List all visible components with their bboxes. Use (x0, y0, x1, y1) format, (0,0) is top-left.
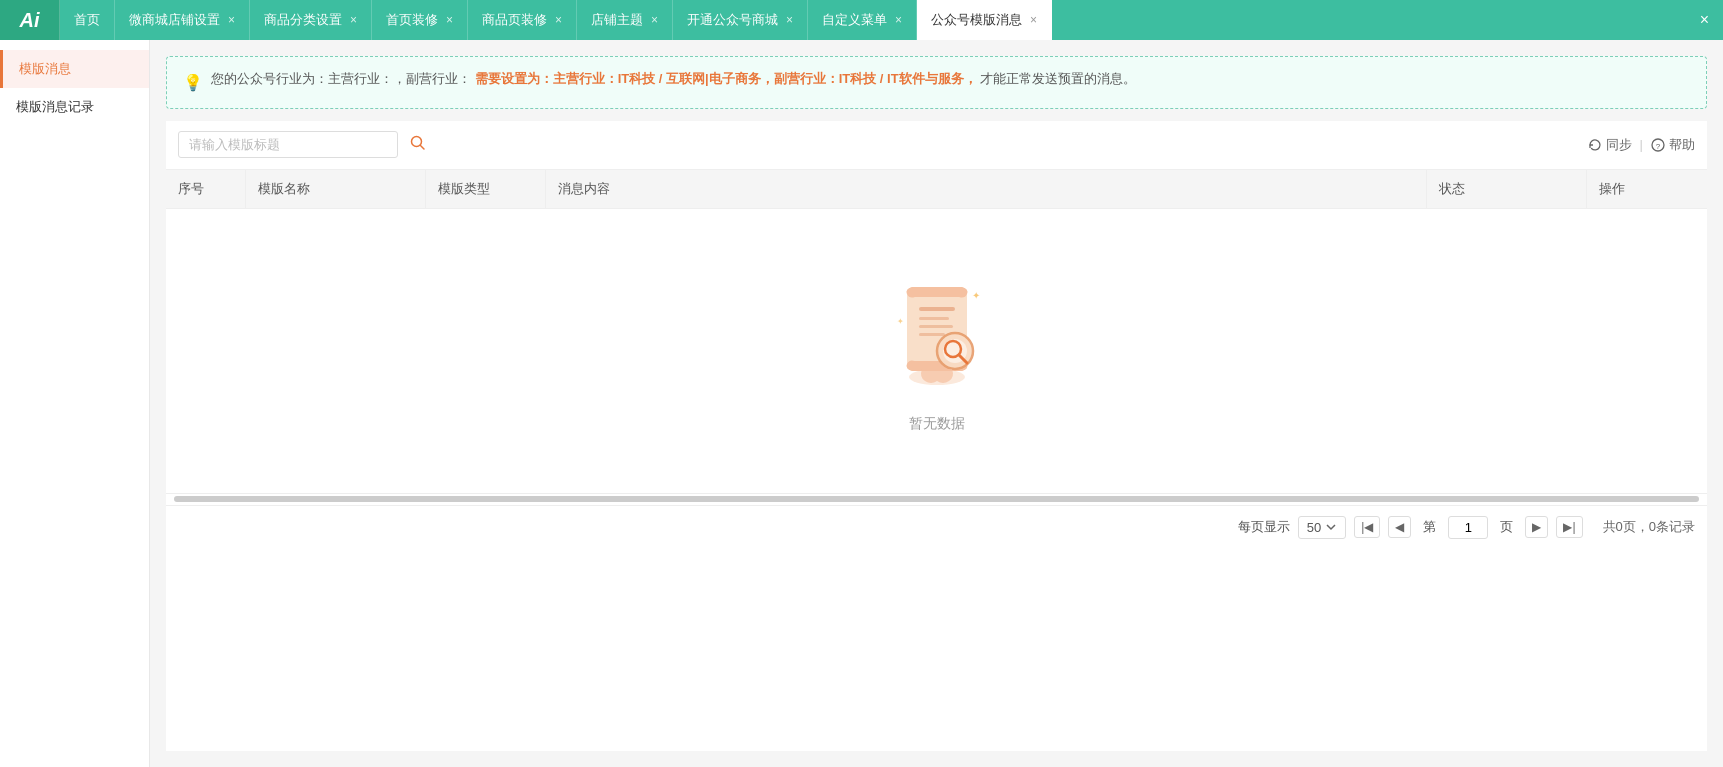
pagination: 每页显示 50 |◀ ◀ 第 页 ▶ ▶| 共0页，0条记录 (166, 505, 1707, 549)
sidebar-item-template-msg[interactable]: 模版消息 (0, 50, 149, 88)
sync-icon (1588, 138, 1602, 152)
nav-item-store-theme[interactable]: 店铺主题 × (577, 0, 673, 40)
col-header-type: 模版类型 (426, 170, 546, 208)
first-page-button[interactable]: |◀ (1354, 516, 1380, 538)
global-close-button[interactable]: × (1686, 0, 1723, 40)
close-custom-menu[interactable]: × (895, 13, 902, 27)
nav-item-store-settings[interactable]: 微商城店铺设置 × (115, 0, 250, 40)
help-button[interactable]: ? 帮助 (1651, 136, 1695, 154)
total-info: 共0页，0条记录 (1603, 518, 1695, 536)
top-navigation: Ai 首页 微商城店铺设置 × 商品分类设置 × 首页装修 × 商品页装修 × … (0, 0, 1723, 40)
table-container: 同步 | ? 帮助 序号 (166, 121, 1707, 751)
svg-text:✦: ✦ (897, 317, 904, 326)
main-layout: 模版消息 模版消息记录 💡 您的公众号行业为：主营行业：，副营行业： 需要设置为… (0, 40, 1723, 767)
col-header-action: 操作 (1587, 170, 1707, 208)
content-area: 💡 您的公众号行业为：主营行业：，副营行业： 需要设置为：主营行业：IT科技 /… (150, 40, 1723, 767)
col-header-name: 模版名称 (246, 170, 426, 208)
prev-page-button[interactable]: ◀ (1388, 516, 1411, 538)
close-open-store[interactable]: × (786, 13, 793, 27)
scrollbar-track[interactable] (174, 496, 1699, 502)
notice-icon: 💡 (183, 70, 203, 96)
search-right: 同步 | ? 帮助 (1588, 136, 1695, 154)
close-template-message[interactable]: × (1030, 13, 1037, 27)
sidebar-item-template-msg-log[interactable]: 模版消息记录 (0, 88, 149, 126)
close-store-theme[interactable]: × (651, 13, 658, 27)
col-header-content: 消息内容 (546, 170, 1427, 208)
nav-item-category-settings[interactable]: 商品分类设置 × (250, 0, 372, 40)
svg-text:?: ? (1656, 141, 1661, 150)
search-bar: 同步 | ? 帮助 (166, 121, 1707, 170)
svg-text:✦: ✦ (972, 290, 980, 301)
page-size-label: 每页显示 (1238, 518, 1290, 536)
col-header-status: 状态 (1427, 170, 1587, 208)
next-page-button[interactable]: ▶ (1525, 516, 1548, 538)
close-category-settings[interactable]: × (350, 13, 357, 27)
svg-rect-5 (919, 307, 955, 311)
close-store-settings[interactable]: × (228, 13, 235, 27)
close-product-decor[interactable]: × (555, 13, 562, 27)
empty-state: ✦ ✦ 暂无数据 (166, 209, 1707, 493)
sync-button[interactable]: 同步 (1588, 136, 1632, 154)
close-home-decor[interactable]: × (446, 13, 453, 27)
table-header: 序号 模版名称 模版类型 消息内容 状态 操作 (166, 170, 1707, 209)
col-header-index: 序号 (166, 170, 246, 208)
divider: | (1640, 137, 1643, 152)
svg-rect-6 (919, 317, 949, 320)
notice-box: 💡 您的公众号行业为：主营行业：，副营行业： 需要设置为：主营行业：IT科技 /… (166, 56, 1707, 109)
search-left (178, 131, 430, 159)
last-page-button[interactable]: ▶| (1556, 516, 1582, 538)
sidebar: 模版消息 模版消息记录 (0, 40, 150, 767)
svg-line-1 (421, 145, 425, 149)
page-size-select[interactable]: 50 (1298, 516, 1346, 539)
nav-item-home-decor[interactable]: 首页装修 × (372, 0, 468, 40)
chevron-down-icon (1325, 521, 1337, 533)
app-logo: Ai (0, 0, 60, 40)
empty-illustration: ✦ ✦ (877, 269, 997, 399)
nav-item-product-decor[interactable]: 商品页装修 × (468, 0, 577, 40)
notice-text: 您的公众号行业为：主营行业：，副营行业： 需要设置为：主营行业：IT科技 / 互… (211, 69, 1136, 90)
empty-text: 暂无数据 (909, 415, 965, 433)
nav-item-template-message[interactable]: 公众号模版消息 × (917, 0, 1052, 40)
help-icon: ? (1651, 138, 1665, 152)
svg-rect-8 (919, 333, 945, 336)
scrollbar-area[interactable] (166, 493, 1707, 505)
search-input[interactable] (178, 131, 398, 158)
nav-item-home[interactable]: 首页 (60, 0, 115, 40)
svg-rect-7 (919, 325, 953, 328)
search-icon (410, 135, 426, 151)
nav-item-open-store[interactable]: 开通公众号商城 × (673, 0, 808, 40)
page-number-input[interactable] (1448, 516, 1488, 539)
search-button[interactable] (406, 131, 430, 159)
nav-item-custom-menu[interactable]: 自定义菜单 × (808, 0, 917, 40)
